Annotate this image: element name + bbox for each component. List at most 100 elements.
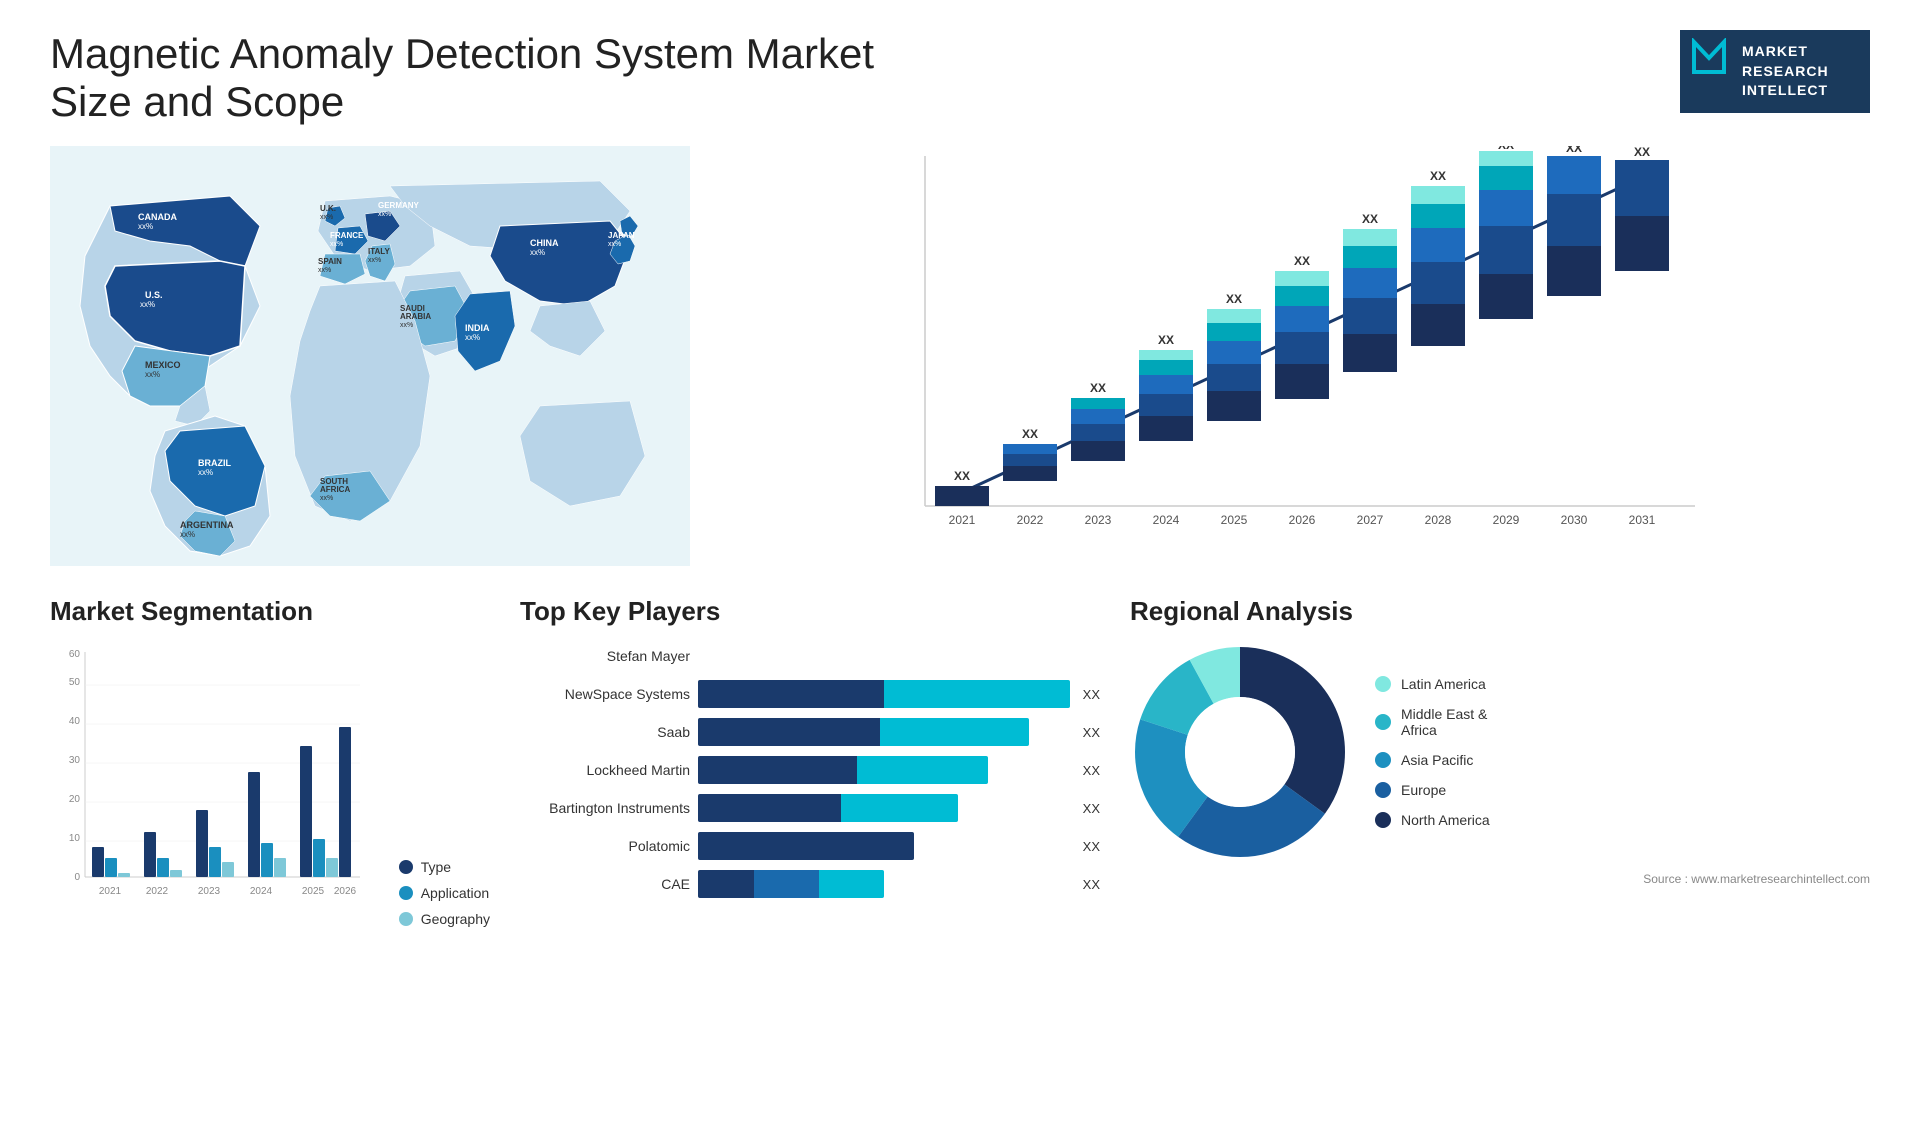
svg-text:XX: XX <box>1498 146 1514 152</box>
regional-title: Regional Analysis <box>1130 596 1870 627</box>
svg-text:40: 40 <box>69 716 81 727</box>
svg-text:XX: XX <box>1566 146 1582 155</box>
player-name-lockheed: Lockheed Martin <box>520 762 690 778</box>
svg-text:2029: 2029 <box>1493 513 1520 527</box>
svg-text:2025: 2025 <box>1221 513 1248 527</box>
player-stefan-mayer: Stefan Mayer <box>520 642 1100 670</box>
header: Magnetic Anomaly Detection System Market… <box>50 30 1870 126</box>
svg-text:60: 60 <box>69 649 81 660</box>
svg-text:JAPAN: JAPAN <box>608 231 635 240</box>
svg-text:10: 10 <box>69 833 81 844</box>
player-name-stefan: Stefan Mayer <box>520 648 690 664</box>
svg-text:XX: XX <box>1430 169 1446 183</box>
svg-text:XX: XX <box>1022 427 1038 441</box>
player-name-newspace: NewSpace Systems <box>520 686 690 702</box>
player-val-newspace: XX <box>1083 687 1100 702</box>
players-bars: Stefan Mayer NewSpace Systems XX <box>520 642 1100 898</box>
legend-north-america-label: North America <box>1401 812 1490 828</box>
middle-east-africa-dot <box>1375 714 1391 730</box>
players-section: Top Key Players Stefan Mayer NewSpace Sy… <box>520 596 1100 927</box>
legend-north-america: North America <box>1375 812 1490 828</box>
svg-text:0: 0 <box>74 872 80 883</box>
svg-text:AFRICA: AFRICA <box>320 485 350 494</box>
svg-text:2022: 2022 <box>1017 513 1044 527</box>
logo-m-icon <box>1690 38 1728 89</box>
legend-application-label: Application <box>421 885 490 901</box>
svg-text:U.S.: U.S. <box>145 290 163 300</box>
svg-text:xx%: xx% <box>145 370 160 379</box>
logo-area: MARKET RESEARCH INTELLECT <box>1680 30 1870 113</box>
type-color-dot <box>399 860 413 874</box>
player-bar-wrap-lockheed <box>698 756 1070 784</box>
svg-text:xx%: xx% <box>180 530 195 539</box>
svg-text:SPAIN: SPAIN <box>318 257 342 266</box>
svg-text:2031: 2031 <box>1629 513 1656 527</box>
player-name-saab: Saab <box>520 724 690 740</box>
north-america-dot <box>1375 812 1391 828</box>
player-name-polatomic: Polatomic <box>520 838 690 854</box>
legend-item-type: Type <box>399 859 490 875</box>
legend-type-label: Type <box>421 859 451 875</box>
asia-pacific-dot <box>1375 752 1391 768</box>
svg-text:xx%: xx% <box>465 333 480 342</box>
page-container: Magnetic Anomaly Detection System Market… <box>0 0 1920 1146</box>
player-val-lockheed: XX <box>1083 763 1100 778</box>
svg-text:BRAZIL: BRAZIL <box>198 458 231 468</box>
bottom-row: Market Segmentation 0 10 20 30 40 50 <box>50 596 1870 927</box>
svg-text:2026: 2026 <box>334 886 357 897</box>
segmentation-title: Market Segmentation <box>50 596 490 627</box>
svg-text:XX: XX <box>1226 292 1242 306</box>
svg-text:xx%: xx% <box>330 241 343 248</box>
svg-text:INDIA: INDIA <box>465 323 490 333</box>
player-name-bartington: Bartington Instruments <box>520 800 690 816</box>
legend-geography-label: Geography <box>421 911 490 927</box>
legend-asia-pacific-label: Asia Pacific <box>1401 752 1473 768</box>
svg-text:xx%: xx% <box>368 257 381 264</box>
svg-text:xx%: xx% <box>530 248 545 257</box>
svg-text:XX: XX <box>1634 146 1650 159</box>
player-saab: Saab XX <box>520 718 1100 746</box>
player-newspace: NewSpace Systems XX <box>520 680 1100 708</box>
svg-text:20: 20 <box>69 794 81 805</box>
svg-text:xx%: xx% <box>608 241 621 248</box>
svg-text:XX: XX <box>954 469 970 483</box>
svg-text:2030: 2030 <box>1561 513 1588 527</box>
svg-text:MEXICO: MEXICO <box>145 360 181 370</box>
europe-dot <box>1375 782 1391 798</box>
donut-area: Latin America Middle East &Africa Asia P… <box>1130 642 1870 862</box>
legend-middle-east-africa-label: Middle East &Africa <box>1401 706 1487 738</box>
segmentation-chart-area: 0 10 20 30 40 50 60 <box>50 642 490 927</box>
legend-europe: Europe <box>1375 782 1490 798</box>
player-val-cae: XX <box>1083 877 1100 892</box>
regional-legend: Latin America Middle East &Africa Asia P… <box>1375 676 1490 828</box>
svg-text:xx%: xx% <box>320 495 333 502</box>
svg-text:2028: 2028 <box>1425 513 1452 527</box>
svg-text:2026: 2026 <box>1289 513 1316 527</box>
source-text: Source : www.marketresearchintellect.com <box>1130 872 1870 886</box>
svg-text:xx%: xx% <box>320 214 333 221</box>
legend-latin-america: Latin America <box>1375 676 1490 692</box>
svg-text:30: 30 <box>69 755 81 766</box>
page-title: Magnetic Anomaly Detection System Market… <box>50 30 950 126</box>
legend-asia-pacific: Asia Pacific <box>1375 752 1490 768</box>
player-polatomic: Polatomic XX <box>520 832 1100 860</box>
segmentation-svg: 0 10 20 30 40 50 60 <box>50 642 370 922</box>
legend-latin-america-label: Latin America <box>1401 676 1486 692</box>
player-name-cae: CAE <box>520 876 690 892</box>
legend-item-geography: Geography <box>399 911 490 927</box>
logo-text: MARKET RESEARCH INTELLECT <box>1742 42 1852 101</box>
svg-text:2024: 2024 <box>1153 513 1180 527</box>
svg-text:50: 50 <box>69 677 81 688</box>
svg-text:xx%: xx% <box>138 222 153 231</box>
player-lockheed: Lockheed Martin XX <box>520 756 1100 784</box>
donut-chart-svg <box>1130 642 1350 862</box>
svg-text:xx%: xx% <box>378 211 391 218</box>
segmentation-section: Market Segmentation 0 10 20 30 40 50 <box>50 596 490 927</box>
svg-text:CANADA: CANADA <box>138 212 177 222</box>
svg-text:2022: 2022 <box>146 886 169 897</box>
geography-color-dot <box>399 912 413 926</box>
svg-text:xx%: xx% <box>400 322 413 329</box>
svg-text:CHINA: CHINA <box>530 238 559 248</box>
svg-text:ARABIA: ARABIA <box>400 312 431 321</box>
logo-box: MARKET RESEARCH INTELLECT <box>1680 30 1870 113</box>
